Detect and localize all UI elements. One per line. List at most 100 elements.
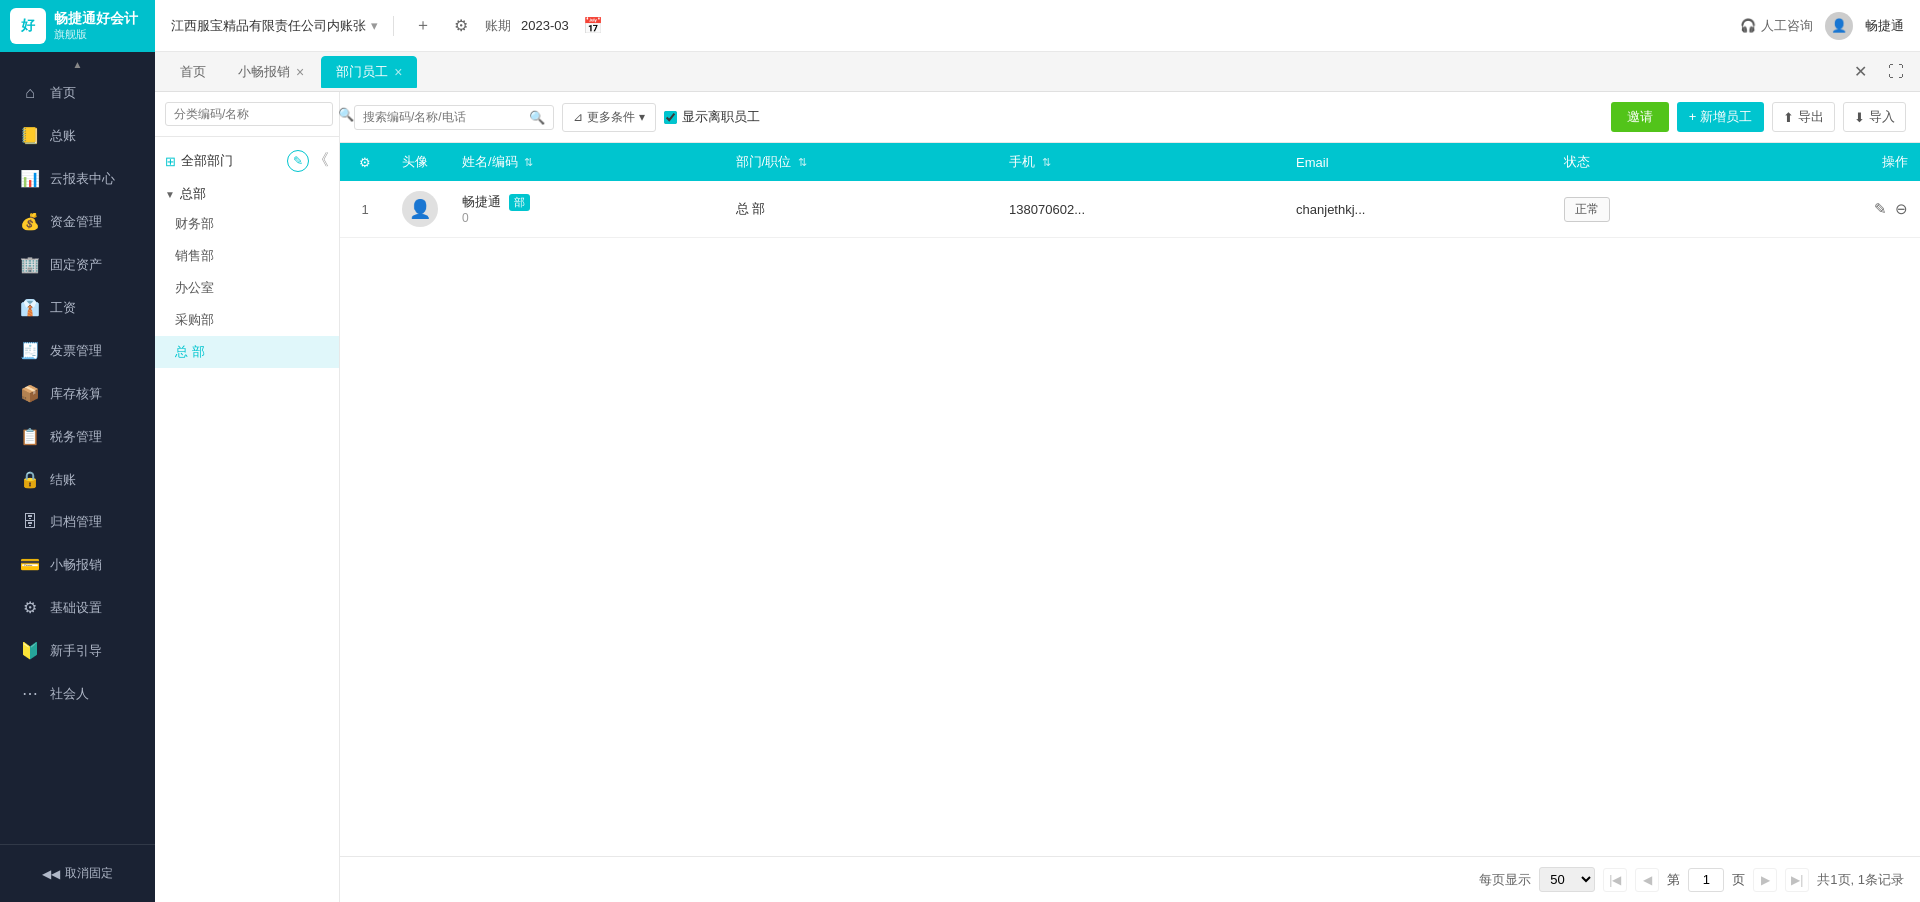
sidebar-item-settings[interactable]: ⚙ 基础设置 (0, 586, 155, 629)
export-button[interactable]: ⬆ 导出 (1772, 102, 1835, 132)
scroll-up-indicator[interactable]: ▲ (73, 59, 83, 70)
col-name[interactable]: 姓名/编码 ⇅ (450, 143, 724, 181)
invite-button[interactable]: 邀请 (1611, 102, 1669, 132)
calendar-icon-button[interactable]: 📅 (579, 12, 607, 40)
logo-icon: 好 (10, 8, 46, 44)
sidebar-item-inventory-label: 库存核算 (50, 385, 102, 403)
employee-name: 畅捷通 (462, 193, 501, 211)
dept-tree-header-left: ⊞ 全部部门 (165, 152, 233, 170)
right-panel: 🔍 ⊿ 更多条件 ▾ 显示离职员工 邀请 + 新增员工 ⬆ 导出 (340, 92, 1920, 902)
col-dept[interactable]: 部门/职位 ⇅ (724, 143, 998, 181)
tab-home-label: 首页 (180, 63, 206, 81)
page-size-label: 每页显示 (1479, 871, 1531, 889)
dept-sort-icon: ⇅ (798, 156, 807, 168)
employee-search-icon[interactable]: 🔍 (529, 110, 545, 125)
funds-icon: 💰 (20, 212, 40, 231)
cell-phone: 138070602... (997, 181, 1284, 238)
last-page-button[interactable]: ▶| (1785, 868, 1809, 892)
sidebar-item-more[interactable]: ⋯ 社会人 (0, 672, 155, 715)
support-button[interactable]: 🎧 人工咨询 (1740, 17, 1813, 35)
tab-expense-close[interactable]: × (296, 65, 304, 79)
sidebar-item-funds[interactable]: 💰 资金管理 (0, 200, 155, 243)
next-page-button[interactable]: ▶ (1753, 868, 1777, 892)
period-label: 账期 (485, 17, 511, 35)
dept-panel: 🔍 ⊞ 全部部门 ✎ 《 ▼ 总部 财 (155, 92, 340, 902)
app-name: 畅捷通好会计 (54, 10, 138, 27)
dept-item-purchase[interactable]: 采购部 (155, 304, 339, 336)
show-resigned-text: 显示离职员工 (682, 108, 760, 126)
sidebar-item-guide[interactable]: 🔰 新手引导 (0, 629, 155, 672)
import-button[interactable]: ⬇ 导入 (1843, 102, 1906, 132)
tab-expense-label: 小畅报销 (238, 63, 290, 81)
cell-actions: ✎ ⊖ (1753, 181, 1920, 238)
pagination: 每页显示 50 20 100 |◀ ◀ 第 页 ▶ ▶| 共1页, 1条记录 (340, 856, 1920, 902)
main-collapse-arrow[interactable]: ▼ (165, 189, 175, 200)
cancel-fixed-icon: ◀◀ (42, 867, 60, 881)
employee-table-body: 1 👤 畅捷通 部 0 (340, 181, 1920, 238)
page-size-select[interactable]: 50 20 100 (1539, 867, 1595, 892)
tab-expense[interactable]: 小畅报销 × (223, 56, 319, 88)
add-employee-button[interactable]: + 新增员工 (1677, 102, 1764, 132)
sidebar-item-reports[interactable]: 📊 云报表中心 (0, 157, 155, 200)
employee-dept: 总 部 (736, 201, 766, 216)
tab-dept-staff-close[interactable]: × (394, 65, 402, 79)
dept-collapse-icon[interactable]: 《 (313, 150, 329, 172)
sidebar-item-inventory[interactable]: 📦 库存核算 (0, 372, 155, 415)
tab-home[interactable]: 首页 (165, 56, 221, 88)
sidebar-item-tax[interactable]: 📋 税务管理 (0, 415, 155, 458)
content-area: 🔍 ⊞ 全部部门 ✎ 《 ▼ 总部 财 (155, 92, 1920, 902)
sidebar-item-close[interactable]: 🔒 结账 (0, 458, 155, 501)
settings-gear-button[interactable]: ⚙ (447, 12, 475, 40)
status-badge: 正常 (1564, 197, 1610, 222)
cell-status: 正常 (1552, 181, 1753, 238)
col-settings[interactable]: ⚙ (340, 143, 390, 181)
expand-button[interactable]: ⛶ (1882, 58, 1910, 86)
cancel-fixed-button[interactable]: ◀◀ 取消固定 (0, 855, 155, 892)
sidebar-item-assets[interactable]: 🏢 固定资产 (0, 243, 155, 286)
dept-group-main: ▼ 总部 (155, 180, 339, 208)
company-dropdown-icon: ▾ (371, 18, 378, 33)
dept-badge: 部 (509, 194, 530, 211)
sidebar-item-invoice[interactable]: 🧾 发票管理 (0, 329, 155, 372)
user-name[interactable]: 畅捷通 (1865, 17, 1904, 35)
add-tab-button[interactable]: ＋ (409, 12, 437, 40)
dept-all-label[interactable]: 全部部门 (181, 152, 233, 170)
dept-item-office[interactable]: 办公室 (155, 272, 339, 304)
edit-icon[interactable]: ✎ (1874, 200, 1887, 218)
page-num-prefix: 第 (1667, 871, 1680, 889)
sidebar-item-home[interactable]: ⌂ 首页 (0, 72, 155, 114)
page-label: 页 (1732, 871, 1745, 889)
employee-avatar: 👤 (402, 191, 438, 227)
col-phone[interactable]: 手机 ⇅ (997, 143, 1284, 181)
sidebar-item-ledger[interactable]: 📒 总账 (0, 114, 155, 157)
dept-item-general[interactable]: 总 部 (155, 336, 339, 368)
company-selector[interactable]: 江西服宝精品有限责任公司内账张 ▾ (171, 17, 378, 35)
cell-email: chanjethkj... (1284, 181, 1552, 238)
guide-icon: 🔰 (20, 641, 40, 660)
employee-search-input[interactable] (363, 110, 524, 124)
logout-icon[interactable]: ⊖ (1895, 200, 1908, 218)
dept-item-sales[interactable]: 销售部 (155, 240, 339, 272)
sidebar-item-expense[interactable]: 💳 小畅报销 (0, 543, 155, 586)
close-tab-button[interactable]: ✕ (1846, 58, 1874, 86)
sidebar-item-funds-label: 资金管理 (50, 213, 102, 231)
sidebar-item-salary[interactable]: 👔 工资 (0, 286, 155, 329)
sidebar-item-home-label: 首页 (50, 84, 76, 102)
prev-page-button[interactable]: ◀ (1635, 868, 1659, 892)
cell-avatar: 👤 (390, 181, 450, 238)
employee-table: ⚙ 头像 姓名/编码 ⇅ 部门/职位 ⇅ 手机 ⇅ Email 状态 操作 1 (340, 143, 1920, 238)
toolbar-right: 邀请 + 新增员工 ⬆ 导出 ⬇ 导入 (1611, 102, 1906, 132)
dept-main-label[interactable]: 总部 (180, 185, 206, 203)
page-input[interactable] (1688, 868, 1724, 892)
dept-search-input[interactable] (165, 102, 333, 126)
tab-dept-staff[interactable]: 部门员工 × (321, 56, 417, 88)
sidebar-item-archive[interactable]: 🗄 归档管理 (0, 501, 155, 543)
sidebar-item-expense-label: 小畅报销 (50, 556, 102, 574)
more-filter-button[interactable]: ⊿ 更多条件 ▾ (562, 103, 656, 132)
show-resigned-label[interactable]: 显示离职员工 (664, 108, 760, 126)
dept-item-finance[interactable]: 财务部 (155, 208, 339, 240)
first-page-button[interactable]: |◀ (1603, 868, 1627, 892)
dept-edit-icon[interactable]: ✎ (287, 150, 309, 172)
sidebar-item-salary-label: 工资 (50, 299, 76, 317)
show-resigned-checkbox[interactable] (664, 111, 677, 124)
